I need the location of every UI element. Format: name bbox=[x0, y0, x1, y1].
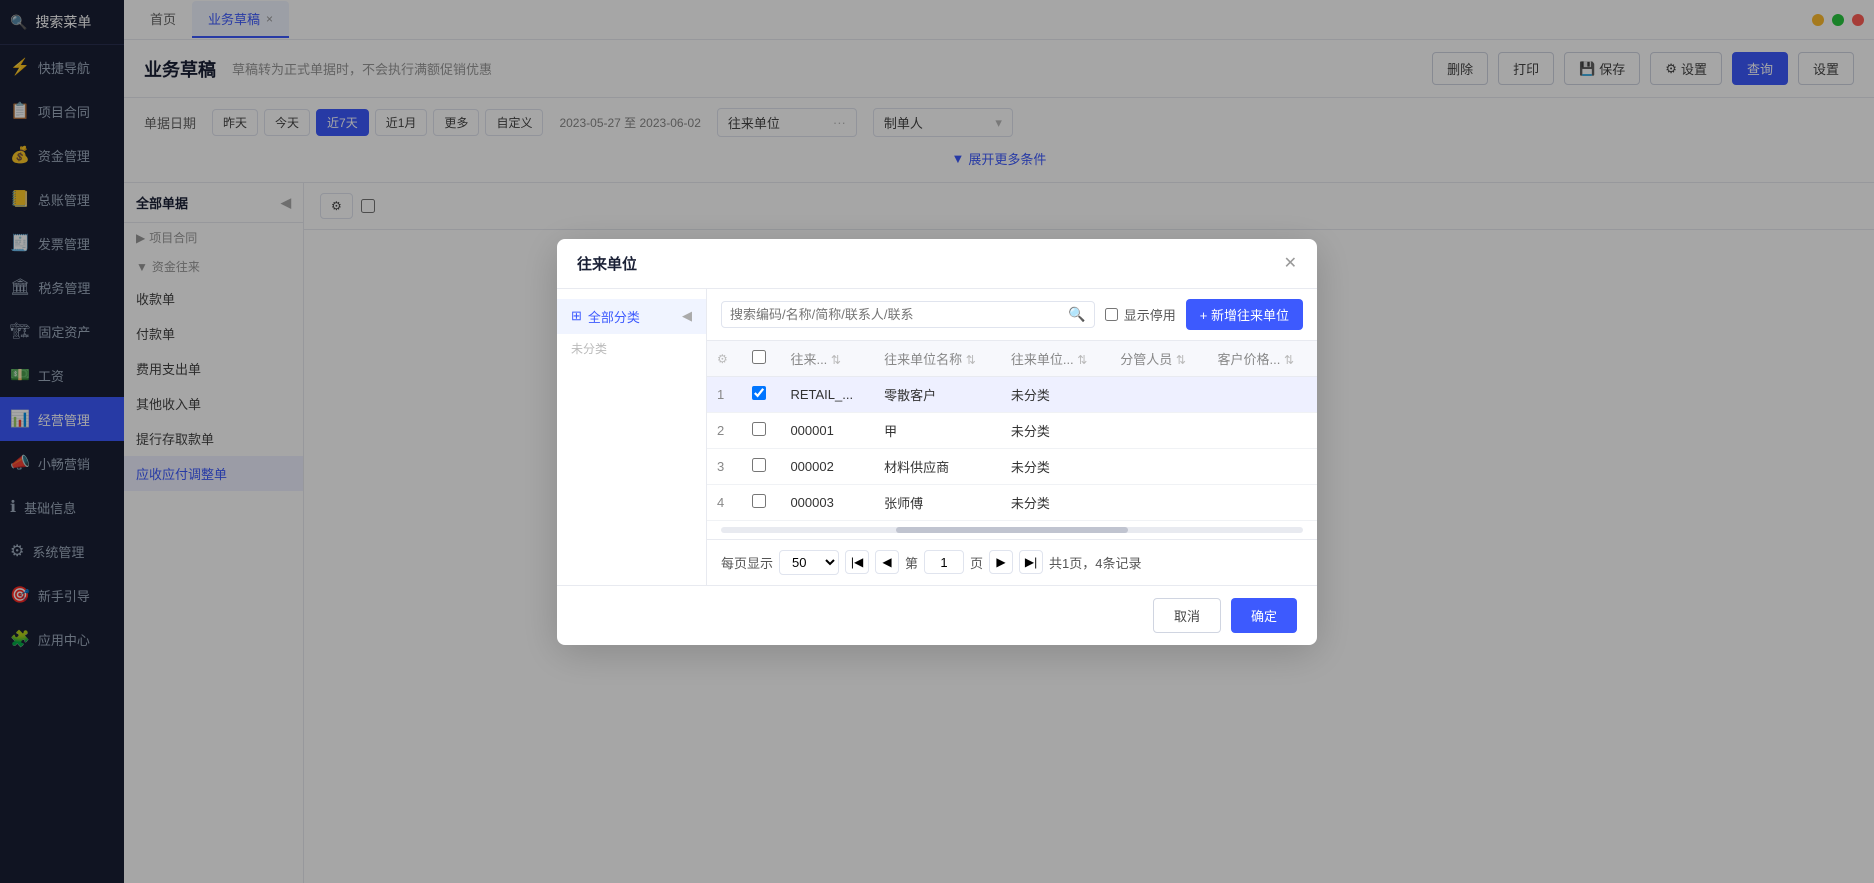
dialog-header: 往来单位 ✕ bbox=[557, 239, 1317, 289]
dialog-title: 往来单位 bbox=[577, 253, 637, 274]
disabled-checkbox[interactable] bbox=[1105, 308, 1118, 321]
row-name: 零散客户 bbox=[874, 376, 1001, 412]
row-manager bbox=[1110, 376, 1207, 412]
cancel-button[interactable]: 取消 bbox=[1153, 598, 1221, 633]
dialog-main: 🔍 显示停用 + 新增往来单位 ⚙ 往来... ⇅ bbox=[707, 289, 1317, 585]
table-select-all[interactable] bbox=[752, 350, 766, 364]
table-row[interactable]: 3 000002 材料供应商 未分类 bbox=[707, 448, 1317, 484]
prev-page-btn[interactable]: ◀ bbox=[875, 550, 899, 574]
dialog-overlay: 往来单位 ✕ ⊞ 全部分类 ◀ 未分类 🔍 bbox=[0, 0, 1874, 883]
row-category: 未分类 bbox=[1001, 376, 1110, 412]
col-settings: ⚙ bbox=[707, 341, 742, 377]
confirm-button[interactable]: 确定 bbox=[1231, 598, 1297, 633]
first-page-btn[interactable]: |◀ bbox=[845, 550, 869, 574]
page-size-label: 每页显示 bbox=[721, 553, 773, 572]
row-num: 1 bbox=[707, 376, 742, 412]
page-size-select[interactable]: 50 100 200 bbox=[779, 550, 839, 575]
row-checkbox[interactable] bbox=[742, 376, 781, 412]
col-code: 往来... ⇅ bbox=[780, 341, 874, 377]
row-category: 未分类 bbox=[1001, 484, 1110, 520]
dialog-body: ⊞ 全部分类 ◀ 未分类 🔍 显示停用 bbox=[557, 289, 1317, 585]
collapse-sidebar-icon[interactable]: ◀ bbox=[682, 308, 692, 324]
row-num: 3 bbox=[707, 448, 742, 484]
col-checkbox bbox=[742, 341, 781, 377]
next-page-btn[interactable]: ▶ bbox=[989, 550, 1013, 574]
new-party-button[interactable]: + 新增往来单位 bbox=[1186, 299, 1303, 330]
pagination: 每页显示 50 100 200 |◀ ◀ 第 页 ▶ ▶| 共1页，4 bbox=[721, 550, 1142, 575]
row-name: 材料供应商 bbox=[874, 448, 1001, 484]
dialog-sidebar-all[interactable]: ⊞ 全部分类 ◀ bbox=[557, 299, 706, 334]
grid-icon: ⊞ bbox=[571, 308, 582, 324]
row-code: 000002 bbox=[780, 448, 874, 484]
row-code: RETAIL_... bbox=[780, 376, 874, 412]
table-row[interactable]: 2 000001 甲 未分类 bbox=[707, 412, 1317, 448]
show-disabled-checkbox[interactable]: 显示停用 bbox=[1105, 305, 1176, 324]
page-suffix: 页 bbox=[970, 553, 983, 572]
col-manager: 分管人员 ⇅ bbox=[1110, 341, 1207, 377]
row-manager bbox=[1110, 484, 1207, 520]
row-num: 2 bbox=[707, 412, 742, 448]
table-row[interactable]: 1 RETAIL_... 零散客户 未分类 bbox=[707, 376, 1317, 412]
row-name: 甲 bbox=[874, 412, 1001, 448]
horizontal-scrollbar[interactable] bbox=[721, 527, 1303, 533]
col-price: 客户价格... ⇅ bbox=[1207, 341, 1317, 377]
page-input[interactable] bbox=[924, 550, 964, 574]
table-row[interactable]: 4 000003 张师傅 未分类 bbox=[707, 484, 1317, 520]
row-code: 000003 bbox=[780, 484, 874, 520]
row-manager bbox=[1110, 412, 1207, 448]
row-price bbox=[1207, 376, 1317, 412]
dialog-actions: 取消 确定 bbox=[557, 585, 1317, 645]
dialog-search-input[interactable] bbox=[730, 307, 1062, 322]
dialog-close-icon[interactable]: ✕ bbox=[1284, 253, 1297, 273]
row-price bbox=[1207, 412, 1317, 448]
dialog-sidebar: ⊞ 全部分类 ◀ 未分类 bbox=[557, 289, 707, 585]
dialog-sidebar-section: 未分类 bbox=[557, 334, 706, 363]
row-price bbox=[1207, 484, 1317, 520]
row-checkbox[interactable] bbox=[742, 484, 781, 520]
show-disabled-label: 显示停用 bbox=[1124, 305, 1176, 324]
party-dialog: 往来单位 ✕ ⊞ 全部分类 ◀ 未分类 🔍 bbox=[557, 239, 1317, 645]
last-page-btn[interactable]: ▶| bbox=[1019, 550, 1043, 574]
row-name: 张师傅 bbox=[874, 484, 1001, 520]
row-num: 4 bbox=[707, 484, 742, 520]
row-code: 000001 bbox=[780, 412, 874, 448]
row-category: 未分类 bbox=[1001, 448, 1110, 484]
row-manager bbox=[1110, 448, 1207, 484]
row-checkbox[interactable] bbox=[742, 448, 781, 484]
sidebar-all-label: 全部分类 bbox=[588, 307, 640, 326]
dialog-search-box[interactable]: 🔍 bbox=[721, 301, 1095, 328]
col-name: 往来单位名称 ⇅ bbox=[874, 341, 1001, 377]
row-category: 未分类 bbox=[1001, 412, 1110, 448]
page-label: 第 bbox=[905, 553, 918, 572]
search-icon: 🔍 bbox=[1068, 306, 1085, 323]
col-category: 往来单位... ⇅ bbox=[1001, 341, 1110, 377]
scrollbar-thumb[interactable] bbox=[896, 527, 1129, 533]
dialog-table: ⚙ 往来... ⇅ 往来单位名称 ⇅ 往来单位... ⇅ 分管人员 ⇅ 客户价格… bbox=[707, 341, 1317, 521]
dialog-footer-bar: 每页显示 50 100 200 |◀ ◀ 第 页 ▶ ▶| 共1页，4 bbox=[707, 539, 1317, 585]
row-price bbox=[1207, 448, 1317, 484]
total-info: 共1页，4条记录 bbox=[1049, 553, 1141, 572]
dialog-toolbar: 🔍 显示停用 + 新增往来单位 bbox=[707, 289, 1317, 341]
row-checkbox[interactable] bbox=[742, 412, 781, 448]
